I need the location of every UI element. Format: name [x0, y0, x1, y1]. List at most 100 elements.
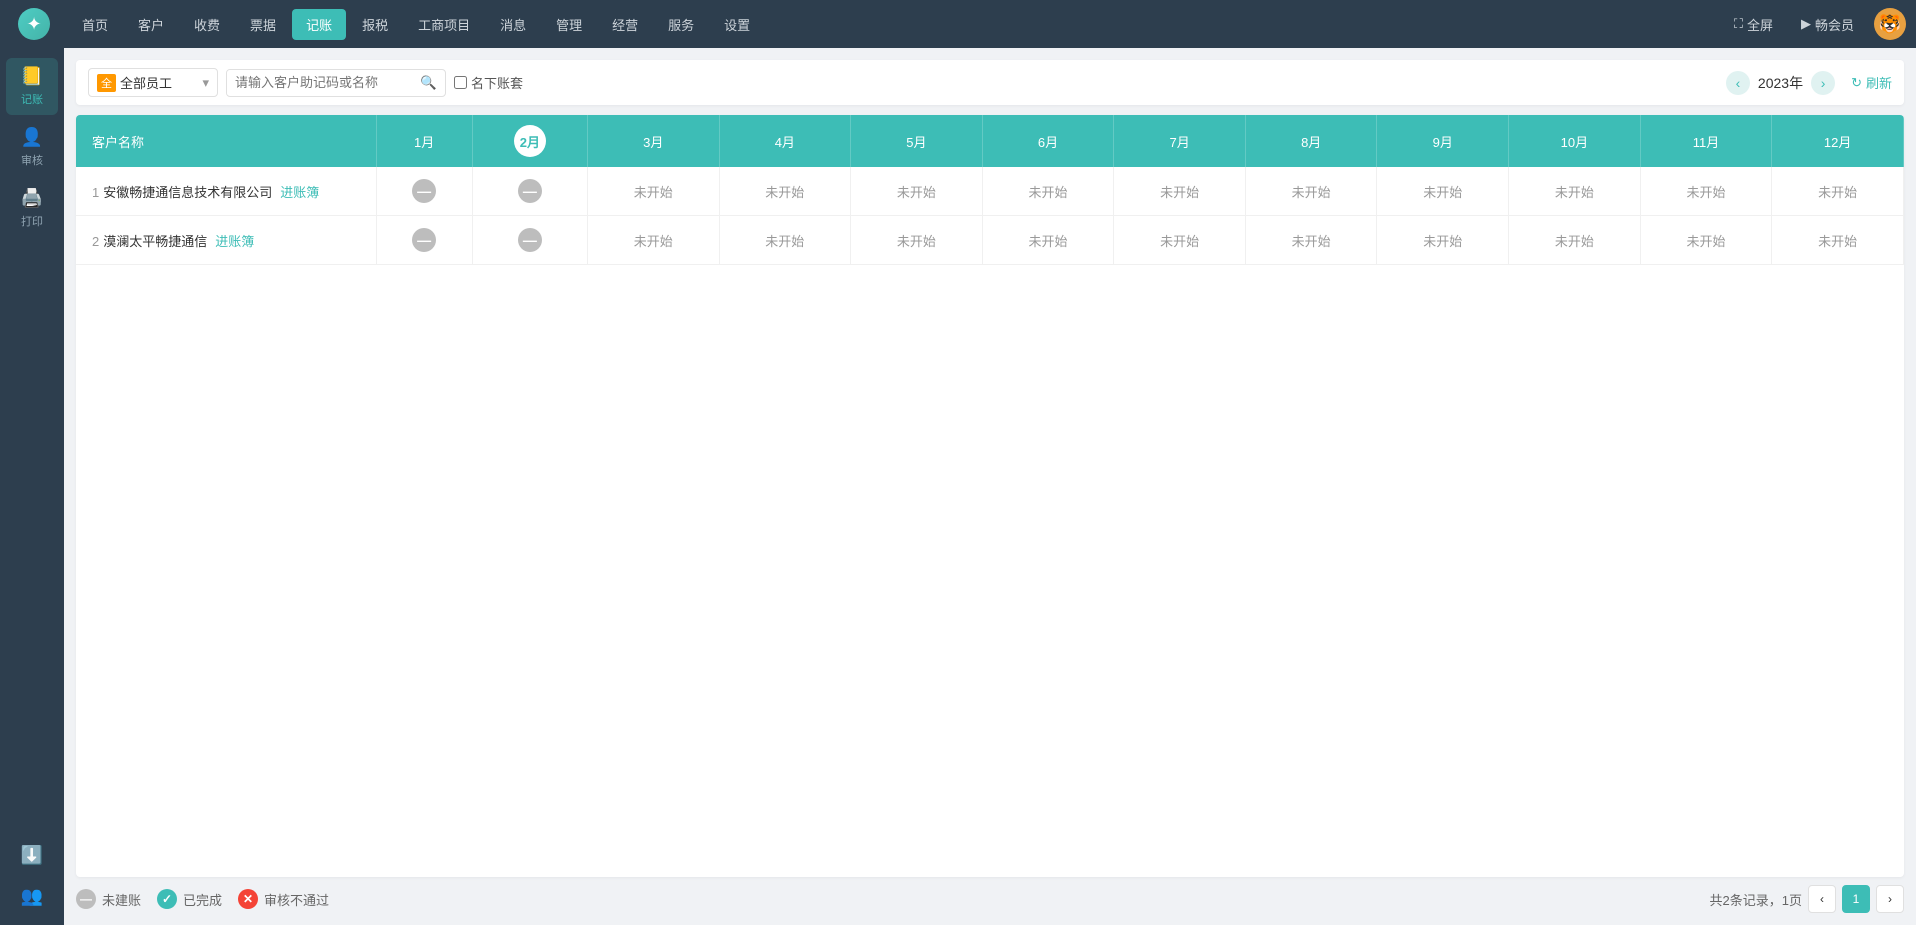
sidebar-item-print[interactable]: 🖨️ 打印: [6, 180, 58, 237]
col-aug: 8月: [1245, 115, 1377, 167]
nav-bookkeeping[interactable]: 记账: [292, 9, 346, 40]
employee-select[interactable]: 全 全部员工 ▾: [88, 68, 218, 97]
chevron-down-icon: ▾: [202, 75, 209, 91]
legend-failed-icon: ✕: [238, 889, 258, 909]
not-started-label: 未开始: [765, 185, 804, 200]
checkbox-my-accounts[interactable]: 名下账套: [454, 73, 523, 92]
table-row: 1安徽畅捷通信息技术有限公司进账簿——未开始未开始未开始未开始未开始未开始未开始…: [76, 167, 1904, 216]
month-cell-4: 未开始: [719, 216, 851, 265]
main-layout: 📒 记账 👤 审核 🖨️ 打印 ⬇️ 👥 全 全部员工 ▾: [0, 48, 1916, 925]
audit-icon: 👤: [21, 127, 43, 148]
not-started-label: 未开始: [1423, 234, 1462, 249]
nav-invoice[interactable]: 票据: [236, 9, 290, 40]
page-1-button[interactable]: 1: [1842, 885, 1870, 913]
month-cell-10: 未开始: [1509, 167, 1641, 216]
not-started-label: 未开始: [634, 185, 673, 200]
month-cell-2: —: [472, 216, 587, 265]
pagination: 共2条记录，1页 ‹ 1 ›: [1710, 885, 1904, 913]
nav-manage[interactable]: 管理: [542, 9, 596, 40]
not-started-label: 未开始: [1160, 185, 1199, 200]
next-page-button[interactable]: ›: [1876, 885, 1904, 913]
prev-year-button[interactable]: ‹: [1726, 71, 1750, 95]
sidebar: 📒 记账 👤 审核 🖨️ 打印 ⬇️ 👥: [0, 48, 64, 925]
legend-complete-icon: ✓: [157, 889, 177, 909]
next-year-button[interactable]: ›: [1811, 71, 1835, 95]
search-button[interactable]: 🔍: [412, 70, 445, 96]
sidebar-bottom: ⬇️ 👥: [6, 837, 58, 915]
nav-message[interactable]: 消息: [486, 9, 540, 40]
month-cell-1: —: [376, 167, 472, 216]
month-cell-1: —: [376, 216, 472, 265]
month-cell-3: 未开始: [587, 167, 719, 216]
year-nav: ‹ 2023年 ›: [1726, 71, 1835, 95]
month-cell-9: 未开始: [1377, 216, 1509, 265]
fullscreen-label: 全屏: [1747, 15, 1773, 34]
search-input[interactable]: [227, 70, 412, 95]
download-icon: ⬇️: [21, 845, 43, 866]
month-cell-6: 未开始: [982, 216, 1114, 265]
nav-fee[interactable]: 收费: [180, 9, 234, 40]
fullscreen-button[interactable]: ⛶ 全屏: [1726, 11, 1781, 38]
nav-customer[interactable]: 客户: [124, 9, 178, 40]
employee-label: 全部员工: [120, 73, 172, 92]
not-started-label: 未开始: [1686, 185, 1725, 200]
nav-right: ⛶ 全屏 ▶ 畅会员 🐯: [1726, 8, 1906, 40]
col-feb: 2月: [472, 115, 587, 167]
nav-home[interactable]: 首页: [68, 9, 122, 40]
toolbar: 全 全部员工 ▾ 🔍 名下账套 ‹ 2023年 › ↻ 刷新: [76, 60, 1904, 105]
sidebar-item-users[interactable]: 👥: [6, 878, 58, 915]
col-customer: 客户名称: [76, 115, 376, 167]
month-cell-4: 未开始: [719, 167, 851, 216]
col-jan: 1月: [376, 115, 472, 167]
not-started-label: 未开始: [1292, 185, 1331, 200]
col-apr: 4月: [719, 115, 851, 167]
print-icon: 🖨️: [21, 188, 43, 209]
checkbox-input[interactable]: [454, 76, 467, 89]
nav-tax[interactable]: 报税: [348, 9, 402, 40]
legend-not-started-icon: —: [76, 889, 96, 909]
not-started-label: 未开始: [634, 234, 673, 249]
sidebar-item-download[interactable]: ⬇️: [6, 837, 58, 874]
customer-name: 安徽畅捷通信息技术有限公司: [103, 185, 272, 200]
not-started-label: 未开始: [1555, 234, 1594, 249]
sidebar-label-bookkeeping: 记账: [21, 91, 43, 107]
month-cell-12: 未开始: [1772, 216, 1904, 265]
not-started-label: 未开始: [1818, 234, 1857, 249]
prev-page-button[interactable]: ‹: [1808, 885, 1836, 913]
main-table: 客户名称 1月 2月 3月 4月 5月 6月 7月 8月 9月 10月 11月: [76, 115, 1904, 265]
not-started-label: 未开始: [897, 185, 936, 200]
month-cell-5: 未开始: [851, 216, 983, 265]
logo-icon: ✦: [18, 8, 50, 40]
month-cell-10: 未开始: [1509, 216, 1641, 265]
nav-settings[interactable]: 设置: [710, 9, 764, 40]
sidebar-item-bookkeeping[interactable]: 📒 记账: [6, 58, 58, 115]
nav-business[interactable]: 工商项目: [404, 9, 484, 40]
legend-failed: ✕ 审核不通过: [238, 889, 329, 909]
enter-ledger-link[interactable]: 进账簿: [215, 234, 254, 249]
table-body: 1安徽畅捷通信息技术有限公司进账簿——未开始未开始未开始未开始未开始未开始未开始…: [76, 167, 1904, 265]
nav-service[interactable]: 服务: [654, 9, 708, 40]
refresh-button[interactable]: ↻ 刷新: [1851, 73, 1892, 92]
feb-circle: 2月: [514, 125, 546, 157]
month-cell-8: 未开始: [1245, 167, 1377, 216]
table-header-row: 客户名称 1月 2月 3月 4月 5月 6月 7月 8月 9月 10月 11月: [76, 115, 1904, 167]
users-icon: 👥: [21, 886, 43, 907]
member-label: 畅会员: [1815, 15, 1854, 34]
member-button[interactable]: ▶ 畅会员: [1793, 11, 1862, 38]
top-nav: ✦ 首页 客户 收费 票据 记账 报税 工商项目 消息 管理 经营 服务 设置 …: [0, 0, 1916, 48]
nav-operation[interactable]: 经营: [598, 9, 652, 40]
content-area: 全 全部员工 ▾ 🔍 名下账套 ‹ 2023年 › ↻ 刷新: [64, 48, 1916, 925]
enter-ledger-link[interactable]: 进账簿: [280, 185, 319, 200]
total-label: 共2条记录，1页: [1710, 890, 1802, 909]
avatar[interactable]: 🐯: [1874, 8, 1906, 40]
not-started-label: 未开始: [765, 234, 804, 249]
fullscreen-icon: ⛶: [1734, 16, 1743, 32]
row-index: 1: [92, 185, 99, 200]
customer-name: 漠澜太平畅捷通信: [103, 234, 207, 249]
col-nov: 11月: [1640, 115, 1772, 167]
refresh-label: 刷新: [1866, 73, 1892, 92]
not-started-label: 未开始: [1818, 185, 1857, 200]
legend-not-started: — 未建账: [76, 889, 141, 909]
book-icon: 📒: [21, 66, 43, 87]
sidebar-item-audit[interactable]: 👤 审核: [6, 119, 58, 176]
